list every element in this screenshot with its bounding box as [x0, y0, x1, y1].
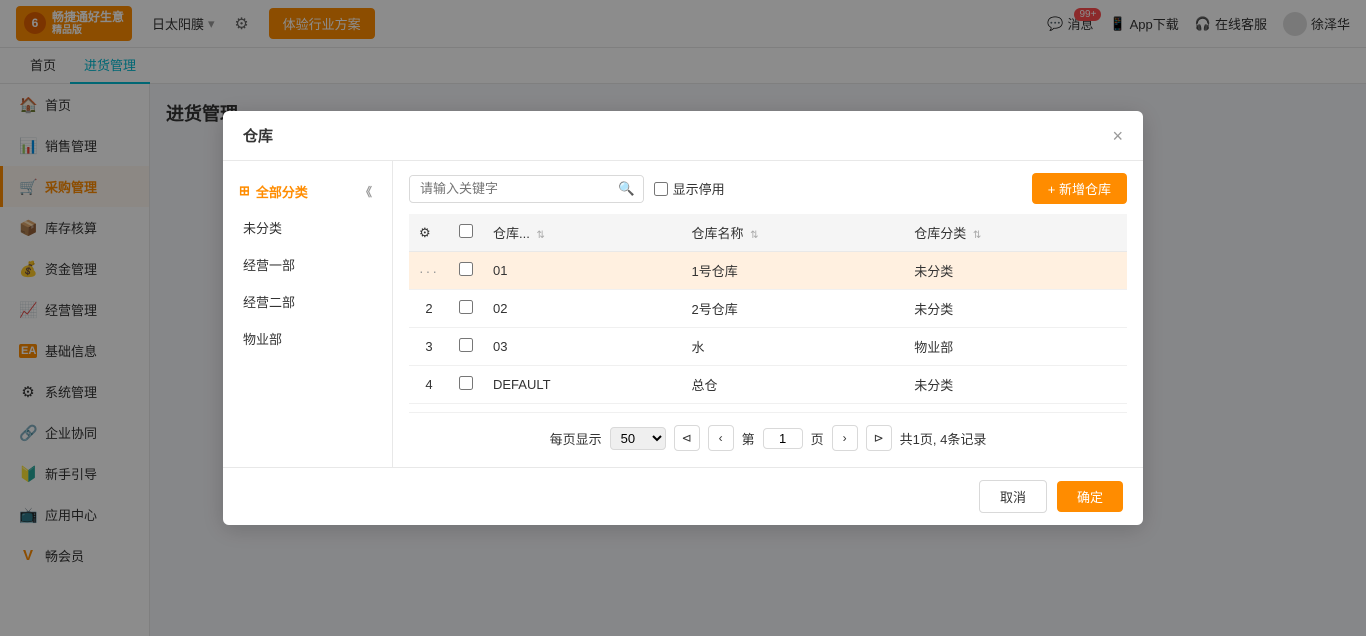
row-number: 2 — [409, 290, 449, 328]
category-item-uncategorized[interactable]: 未分类 — [223, 209, 392, 246]
warehouse-category: 未分类 — [904, 366, 1127, 404]
last-page-button[interactable]: ⊳ — [866, 425, 892, 451]
category-item-property[interactable]: 物业部 — [223, 320, 392, 357]
cat-dept2-label: 经营二部 — [243, 295, 295, 310]
search-input-wrap: 🔍 — [409, 175, 644, 203]
warehouse-modal: 仓库 × ⊞ 全部分类 《 未分类 经营一部 经营二部 — [223, 111, 1143, 525]
per-page-select[interactable]: 50 10 20 100 — [610, 427, 666, 450]
table-header-row: ⚙ 仓库... ⇅ 仓库名称 — [409, 214, 1127, 252]
warehouse-table-wrap: ⚙ 仓库... ⇅ 仓库名称 — [409, 214, 1127, 404]
show-disabled-label: 显示停用 — [673, 179, 725, 198]
warehouse-category: 未分类 — [904, 252, 1127, 290]
select-all-checkbox[interactable] — [459, 224, 473, 238]
total-info-label: 共1页, 4条记录 — [900, 429, 987, 448]
page-unit-label: 页 — [811, 429, 824, 448]
warehouse-table: ⚙ 仓库... ⇅ 仓库名称 — [409, 214, 1127, 404]
modal-overlay: 仓库 × ⊞ 全部分类 《 未分类 经营一部 经营二部 — [0, 0, 1366, 636]
col-gear: ⚙ — [409, 214, 449, 252]
category-item-dept1[interactable]: 经营一部 — [223, 246, 392, 283]
search-input[interactable] — [410, 176, 610, 201]
warehouse-name: 总仓 — [682, 366, 905, 404]
col-category: 仓库分类 ⇅ — [904, 214, 1127, 252]
add-warehouse-button[interactable]: + 新增仓库 — [1032, 173, 1127, 204]
row-checkbox-cell — [449, 328, 483, 366]
row-checkbox[interactable] — [459, 338, 473, 352]
col-name: 仓库名称 ⇅ — [682, 214, 905, 252]
row-number: ··· — [409, 252, 449, 290]
warehouse-name: 1号仓库 — [682, 252, 905, 290]
row-checkbox[interactable] — [459, 300, 473, 314]
prev-page-button[interactable]: ‹ — [708, 425, 734, 451]
row-checkbox[interactable] — [459, 262, 473, 276]
category-all-label: 全部分类 — [256, 182, 308, 201]
page-label: 第 — [742, 429, 755, 448]
search-button[interactable]: 🔍 — [610, 176, 643, 202]
modal-close-button[interactable]: × — [1112, 127, 1123, 145]
warehouse-code: 02 — [483, 290, 682, 328]
col-name-label: 仓库名称 — [692, 226, 744, 241]
next-page-button[interactable]: › — [832, 425, 858, 451]
cat-uncategorized-label: 未分类 — [243, 221, 282, 236]
warehouse-code: 03 — [483, 328, 682, 366]
modal-footer: 取消 确定 — [223, 467, 1143, 525]
row-dots-menu[interactable]: ··· — [419, 263, 439, 279]
gear-col-icon: ⚙ — [419, 225, 431, 240]
modal-main-content: 🔍 显示停用 + 新增仓库 ⚙ — [393, 161, 1143, 467]
first-page-button[interactable]: ⊲ — [674, 425, 700, 451]
cat-property-label: 物业部 — [243, 332, 282, 347]
warehouse-code: DEFAULT — [483, 366, 682, 404]
cat-dept1-label: 经营一部 — [243, 258, 295, 273]
sort-name-icon: ⇅ — [750, 230, 758, 241]
table-row[interactable]: 2 022号仓库未分类 — [409, 290, 1127, 328]
category-all[interactable]: ⊞ 全部分类 《 — [223, 173, 392, 209]
col-code-label: 仓库... — [493, 226, 530, 241]
sort-cat-icon: ⇅ — [973, 230, 981, 241]
search-bar: 🔍 显示停用 + 新增仓库 — [409, 173, 1127, 204]
warehouse-code: 01 — [483, 252, 682, 290]
row-checkbox[interactable] — [459, 376, 473, 390]
per-page-label: 每页显示 — [550, 429, 602, 448]
row-checkbox-cell — [449, 366, 483, 404]
row-checkbox-cell — [449, 290, 483, 328]
warehouse-name: 2号仓库 — [682, 290, 905, 328]
table-row[interactable]: 4 DEFAULT总仓未分类 — [409, 366, 1127, 404]
show-disabled-checkbox[interactable] — [654, 182, 668, 196]
table-row[interactable]: 3 03水物业部 — [409, 328, 1127, 366]
sort-code-icon: ⇅ — [536, 230, 544, 241]
confirm-button[interactable]: 确定 — [1057, 481, 1123, 512]
warehouse-category: 未分类 — [904, 290, 1127, 328]
row-checkbox-cell — [449, 252, 483, 290]
warehouse-category: 物业部 — [904, 328, 1127, 366]
col-code: 仓库... ⇅ — [483, 214, 682, 252]
modal-body: ⊞ 全部分类 《 未分类 经营一部 经营二部 物业部 — [223, 161, 1143, 467]
collapse-button[interactable]: 《 — [356, 181, 376, 201]
show-disabled-toggle: 显示停用 — [654, 179, 725, 198]
modal-title: 仓库 — [243, 125, 273, 146]
table-row[interactable]: ··· 011号仓库未分类 — [409, 252, 1127, 290]
col-check — [449, 214, 483, 252]
category-sidebar: ⊞ 全部分类 《 未分类 经营一部 经营二部 物业部 — [223, 161, 393, 467]
warehouse-name: 水 — [682, 328, 905, 366]
cancel-button[interactable]: 取消 — [979, 480, 1047, 513]
modal-header: 仓库 × — [223, 111, 1143, 161]
pagination: 每页显示 50 10 20 100 ⊲ ‹ 第 页 › ⊳ 共1页, 4条记录 — [409, 412, 1127, 455]
page-number-input[interactable] — [763, 428, 803, 449]
category-item-dept2[interactable]: 经营二部 — [223, 283, 392, 320]
col-category-label: 仓库分类 — [914, 226, 966, 241]
row-number: 4 — [409, 366, 449, 404]
row-number: 3 — [409, 328, 449, 366]
grid-icon: ⊞ — [239, 183, 250, 199]
